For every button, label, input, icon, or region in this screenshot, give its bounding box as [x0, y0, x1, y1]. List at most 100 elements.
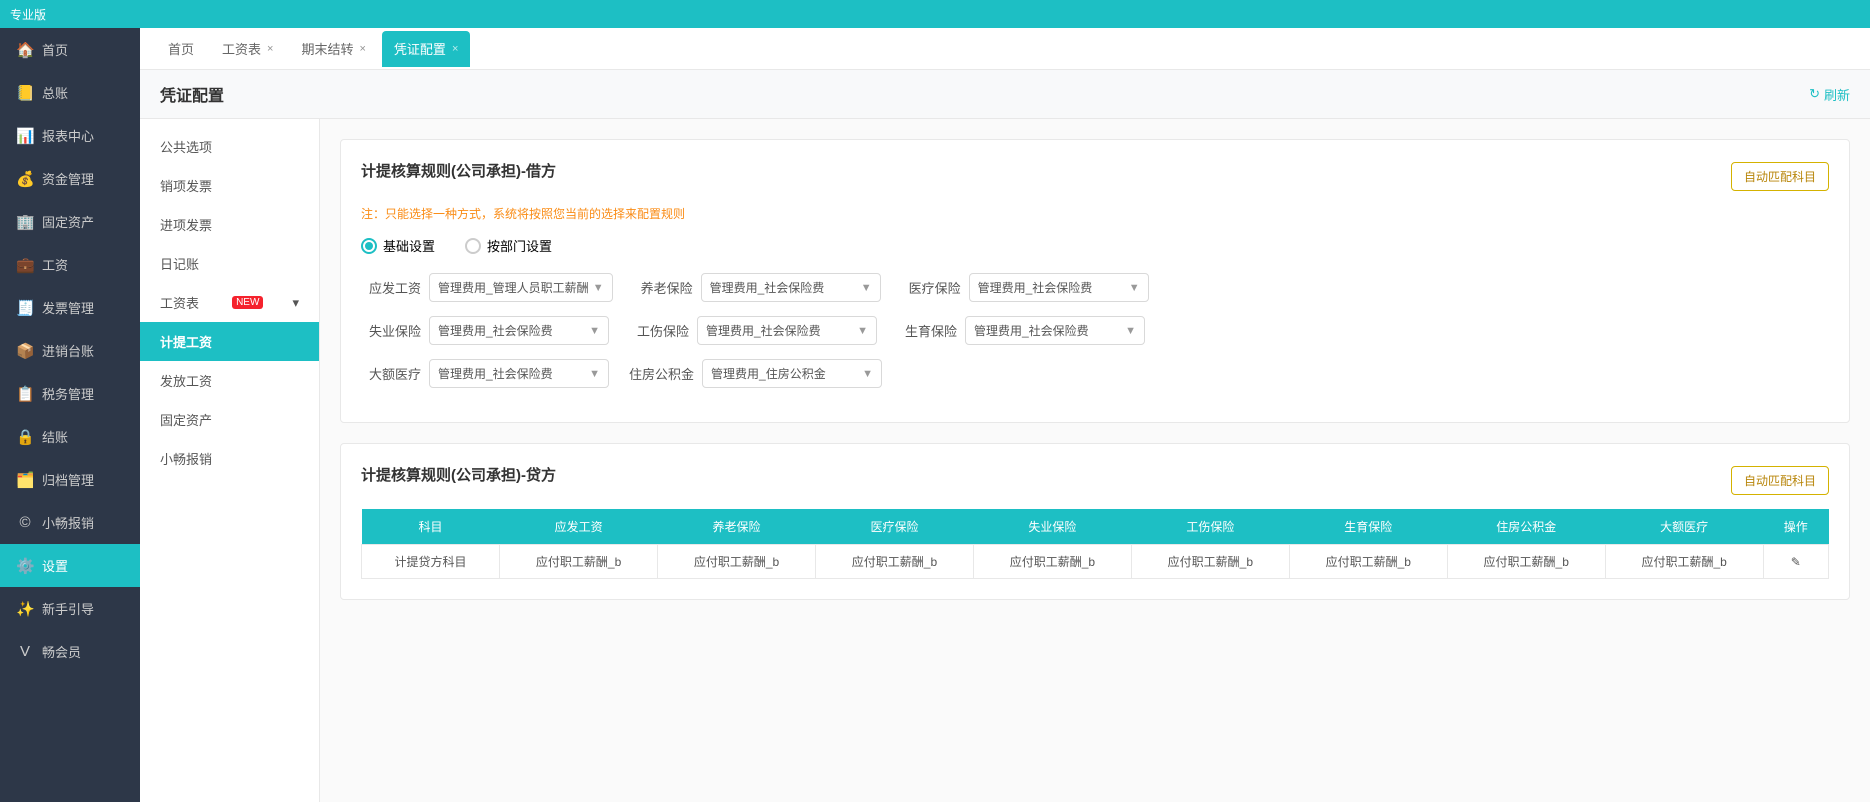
- nav-item-calc-salary[interactable]: 计提工资: [140, 322, 319, 361]
- page-header: 凭证配置 ↻ 刷新: [140, 70, 1870, 119]
- radio-basic[interactable]: 基础设置: [361, 236, 435, 255]
- sidebar-label-home: 首页: [42, 40, 68, 59]
- cell-value-0: 应付职工薪酬_b: [500, 545, 658, 579]
- page-title: 凭证配置: [160, 82, 224, 106]
- tab-voucher[interactable]: 凭证配置 ×: [382, 31, 470, 67]
- sidebar-item-close[interactable]: 🔒结账: [0, 415, 140, 458]
- th-科目: 科目: [362, 509, 500, 545]
- select-yanglao[interactable]: 管理费用_社会保险费 ▼: [701, 273, 881, 302]
- tab-payroll[interactable]: 工资表×: [210, 31, 285, 67]
- sidebar-item-settings[interactable]: ⚙️ 设置: [0, 544, 140, 587]
- credit-auto-match-button[interactable]: 自动匹配科目: [1731, 466, 1829, 495]
- select-shengyu[interactable]: 管理费用_社会保险费 ▼: [965, 316, 1145, 345]
- sidebar-item-tax[interactable]: 📋 税务管理: [0, 372, 140, 415]
- form-item-daeyiliao: 大额医疗 管理费用_社会保险费 ▼: [361, 359, 609, 388]
- sidebar-item-ledger[interactable]: 📒总账: [0, 71, 140, 114]
- sidebar-item-vip[interactable]: V畅会员: [0, 630, 140, 673]
- nav-item-fixed-assets[interactable]: 固定资产: [140, 400, 319, 439]
- sidebar-label-salary: 工资: [42, 255, 68, 274]
- label-daeyiliao: 大额医疗: [361, 364, 421, 383]
- tab-close-payroll[interactable]: ×: [267, 43, 273, 55]
- sidebar-label-inventory: 进销台账: [42, 341, 94, 360]
- right-panel: 计提核算规则(公司承担)-借方 自动匹配科目 注：只能选择一种方式，系统将按照您…: [320, 119, 1870, 802]
- sidebar-item-archive[interactable]: 🗂️归档管理: [0, 458, 140, 501]
- tab-close-voucher[interactable]: ×: [452, 43, 458, 55]
- tab-period[interactable]: 期末结转×: [289, 31, 377, 67]
- nav-item-journal[interactable]: 日记账: [140, 244, 319, 283]
- select-shiye[interactable]: 管理费用_社会保险费 ▼: [429, 316, 609, 345]
- sidebar-icon-funds: 💰: [16, 170, 34, 188]
- debit-form-row-3: 大额医疗 管理费用_社会保险费 ▼ 住房公积金 管理费用_住房公积金 ▼: [361, 359, 1829, 388]
- radio-dept[interactable]: 按部门设置: [465, 236, 552, 255]
- form-item-yanglao: 养老保险 管理费用_社会保险费 ▼: [633, 273, 881, 302]
- th-操作: 操作: [1763, 509, 1828, 545]
- sidebar-item-salary[interactable]: 💼工资: [0, 243, 140, 286]
- radio-basic-circle: [361, 238, 377, 254]
- form-item-gongjijin: 住房公积金 管理费用_住房公积金 ▼: [629, 359, 882, 388]
- sidebar-item-assets[interactable]: 🏢固定资产: [0, 200, 140, 243]
- sidebar-label-settings: 设置: [42, 556, 68, 575]
- chevron-icon: ▼: [861, 282, 872, 294]
- th-失业保险: 失业保险: [973, 509, 1131, 545]
- sidebar-icon-xiaochang: ©: [16, 514, 34, 531]
- sidebar-item-reports[interactable]: 📊报表中心: [0, 114, 140, 157]
- nav-label-public: 公共选项: [160, 137, 212, 156]
- form-item-shengyu: 生育保险 管理费用_社会保险费 ▼: [897, 316, 1145, 345]
- debit-auto-match-button[interactable]: 自动匹配科目: [1731, 162, 1829, 191]
- nav-item-public[interactable]: 公共选项: [140, 127, 319, 166]
- main-content: 首页工资表×期末结转× 凭证配置 × 凭证配置 ↻ 刷新 公共选项销项发票进项发票日…: [140, 28, 1870, 802]
- sidebar-item-home[interactable]: 🏠 首页: [0, 28, 140, 71]
- refresh-button[interactable]: ↻ 刷新: [1809, 85, 1850, 104]
- tab-close-period[interactable]: ×: [359, 43, 365, 55]
- sidebar-icon-assets: 🏢: [16, 213, 34, 231]
- nav-item-sales[interactable]: 销项发票: [140, 166, 319, 205]
- nav-label-calc-salary: 计提工资: [160, 332, 212, 351]
- select-daeyiliao[interactable]: 管理费用_社会保险费 ▼: [429, 359, 609, 388]
- sidebar-item-inventory[interactable]: 📦进销台账: [0, 329, 140, 372]
- cell-value-1: 应付职工薪酬_b: [658, 545, 816, 579]
- tab-label-voucher: 凭证配置: [394, 39, 446, 58]
- nav-item-purchase[interactable]: 进项发票: [140, 205, 319, 244]
- nav-item-expense[interactable]: 小畅报销: [140, 439, 319, 478]
- sidebar-label-close: 结账: [42, 427, 68, 446]
- cell-value-2: 应付职工薪酬_b: [815, 545, 973, 579]
- sidebar-item-funds[interactable]: 💰资金管理: [0, 157, 140, 200]
- sidebar-icon-archive: 🗂️: [16, 471, 34, 489]
- select-yingfa[interactable]: 管理费用_管理人员职工薪酬 ▼: [429, 273, 613, 302]
- th-应发工资: 应发工资: [500, 509, 658, 545]
- cell-subject: 计提贷方科目: [362, 545, 500, 579]
- select-gongshang[interactable]: 管理费用_社会保险费 ▼: [697, 316, 877, 345]
- sidebar-icon-settings: ⚙️: [16, 557, 34, 575]
- tab-bar: 首页工资表×期末结转× 凭证配置 ×: [140, 28, 1870, 70]
- sidebar-icon-tax: 📋: [16, 385, 34, 403]
- label-yingfa: 应发工资: [361, 278, 421, 297]
- select-yiliao[interactable]: 管理费用_社会保险费 ▼: [969, 273, 1149, 302]
- label-yiliao: 医疗保险: [901, 278, 961, 297]
- sidebar-item-guide[interactable]: ✨新手引导: [0, 587, 140, 630]
- credit-table-wrapper: 科目应发工资养老保险医疗保险失业保险工伤保险生育保险住房公积金大额医疗操作 计提…: [361, 509, 1829, 579]
- new-badge-payroll-table: NEW: [232, 296, 263, 309]
- credit-section-title: 计提核算规则(公司承担)-贷方: [361, 464, 556, 485]
- sidebar-item-xiaochang[interactable]: ©小畅报销: [0, 501, 140, 544]
- brand-label: 专业版: [10, 6, 46, 23]
- sidebar-label-invoices: 发票管理: [42, 298, 94, 317]
- th-医疗保险: 医疗保险: [815, 509, 973, 545]
- cell-value-5: 应付职工薪酬_b: [1289, 545, 1447, 579]
- sidebar-label-tax: 税务管理: [42, 384, 94, 403]
- sidebar-icon-home: 🏠: [16, 41, 34, 59]
- chevron-icon: ▼: [1129, 282, 1140, 294]
- select-gongjijin[interactable]: 管理费用_住房公积金 ▼: [702, 359, 882, 388]
- cell-operation[interactable]: ✎: [1763, 545, 1828, 579]
- nav-label-fixed-assets: 固定资产: [160, 410, 212, 429]
- nav-item-issue-salary[interactable]: 发放工资: [140, 361, 319, 400]
- sidebar-item-invoices[interactable]: 🧾发票管理: [0, 286, 140, 329]
- chevron-icon: ▼: [593, 282, 604, 294]
- cell-value-6: 应付职工薪酬_b: [1447, 545, 1605, 579]
- label-shengyu: 生育保险: [897, 321, 957, 340]
- nav-item-payroll-table[interactable]: 工资表NEW▾: [140, 283, 319, 322]
- radio-basic-label: 基础设置: [383, 236, 435, 255]
- th-大额医疗: 大额医疗: [1605, 509, 1763, 545]
- chevron-icon: ▼: [589, 368, 600, 380]
- chevron-icon: ▼: [862, 368, 873, 380]
- tab-home[interactable]: 首页: [156, 31, 206, 67]
